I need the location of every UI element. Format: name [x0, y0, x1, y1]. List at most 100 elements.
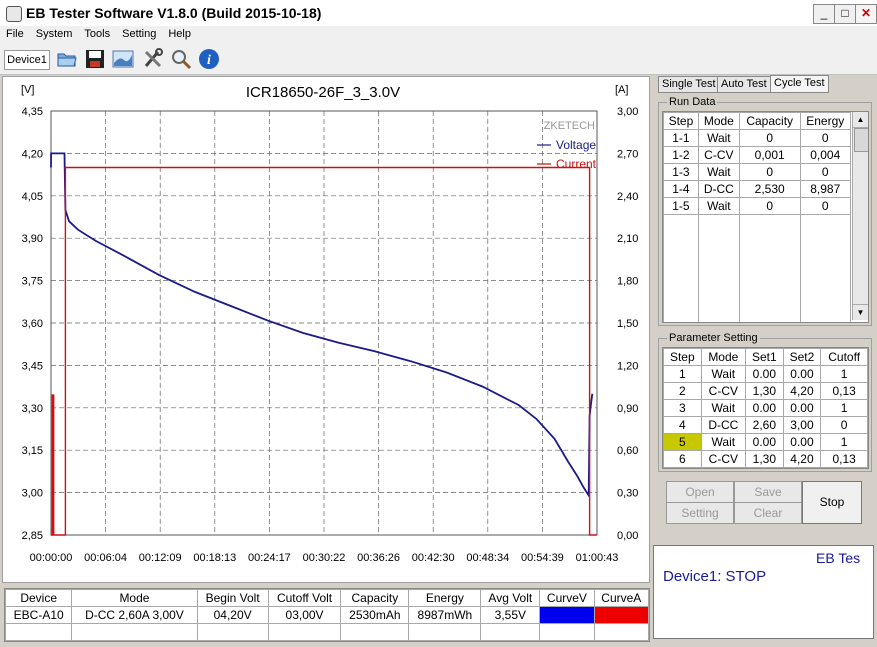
table-cell: 1: [820, 399, 868, 417]
maximize-button[interactable]: □: [834, 4, 856, 24]
run-data-row[interactable]: 1-2 C-CV 0,001 0,004: [663, 146, 851, 164]
table-cell: [697, 263, 740, 279]
scroll-down-icon[interactable]: ▼: [853, 304, 868, 320]
table-cell: D-CC: [700, 416, 747, 434]
column-header[interactable]: Step: [663, 348, 702, 366]
run-data-row[interactable]: 1-4 D-CC 2,530 8,987: [663, 180, 851, 198]
run-data-scrollbar[interactable]: ▲ ▼: [852, 112, 868, 320]
setting-button[interactable]: Setting: [666, 502, 734, 524]
menu-file[interactable]: File: [0, 26, 30, 40]
column-header[interactable]: Mode: [700, 348, 747, 366]
column-header[interactable]: Set2: [782, 348, 822, 366]
device-summary-table: Device Mode Begin Volt Cutoff Volt Capacity E…: [4, 589, 650, 641]
device-tab[interactable]: Device1: [4, 50, 50, 70]
table-cell: [340, 623, 410, 641]
table-cell: [539, 623, 595, 641]
table-cell: 2: [663, 382, 702, 400]
menu-setting[interactable]: Setting: [116, 26, 162, 40]
curve-a-swatch[interactable]: [593, 606, 650, 624]
menu-system[interactable]: System: [30, 26, 79, 40]
column-header[interactable]: Energy: [799, 112, 851, 130]
table-cell: [697, 214, 740, 231]
parameter-row[interactable]: 4 D-CC 2,60 3,00 0: [663, 416, 868, 434]
y-left-tick-label: 3,90: [22, 233, 43, 245]
device-summary-panel: Device Mode Begin Volt Cutoff Volt Capacity E…: [4, 588, 650, 642]
run-data-row[interactable]: 1-3 Wait 0 0: [663, 163, 851, 181]
stop-button[interactable]: Stop: [802, 481, 862, 524]
y-left-tick-label: 3,75: [22, 276, 43, 288]
minimize-button[interactable]: _: [813, 4, 835, 24]
parameter-row[interactable]: 5 Wait 0.00 0.00 1: [663, 433, 868, 451]
column-header: Cutoff Volt: [267, 589, 342, 607]
table-cell: [663, 247, 699, 263]
run-data-table: Step Mode Capacity Energy 1-1 Wait 0 0 1-2 C-CV 0,…: [663, 112, 851, 322]
column-header[interactable]: Mode: [697, 112, 740, 130]
info-icon[interactable]: i: [198, 48, 220, 70]
search-icon[interactable]: [170, 48, 192, 70]
run-data-row[interactable]: 1-5 Wait 0 0: [663, 197, 851, 215]
toolbar: Device1 i: [0, 44, 877, 75]
parameter-row[interactable]: 2 C-CV 1,30 4,20 0,13: [663, 382, 868, 400]
chart-title: ICR18650-26F_3_3.0V: [246, 84, 400, 101]
table-cell: 03,00V: [267, 606, 342, 624]
tab-single-test[interactable]: Single Test: [658, 76, 720, 93]
close-button[interactable]: ✕: [855, 4, 877, 24]
table-cell: [799, 295, 851, 311]
open-folder-icon[interactable]: [56, 48, 78, 70]
menu-tools[interactable]: Tools: [78, 26, 116, 40]
tools-icon[interactable]: [142, 48, 164, 70]
table-cell: 2,60: [745, 416, 784, 434]
tab-auto-test[interactable]: Auto Test: [717, 76, 771, 93]
column-header[interactable]: Capacity: [738, 112, 801, 130]
column-header[interactable]: Cutoff: [820, 348, 868, 366]
table-cell: 0.00: [782, 433, 822, 451]
legend-label: Current: [556, 157, 597, 171]
curve-v-swatch[interactable]: [539, 606, 595, 624]
y-right-tick-label: 0,90: [617, 403, 638, 415]
table-cell: 0.00: [745, 433, 784, 451]
parameter-row[interactable]: 1 Wait 0.00 0.00 1: [663, 365, 868, 383]
column-header[interactable]: Set1: [745, 348, 784, 366]
device-row[interactable]: EBC-A10 D-CC 2,60A 3,00V 04,20V 03,00V 2530m…: [4, 606, 650, 624]
table-cell: C-CV: [700, 382, 747, 400]
table-cell: 0.00: [745, 399, 784, 417]
parameter-row[interactable]: 6 C-CV 1,30 4,20 0,13: [663, 450, 868, 468]
table-cell: [408, 623, 482, 641]
run-data-row[interactable]: 1-1 Wait 0 0: [663, 129, 851, 147]
table-cell: [799, 247, 851, 263]
clear-button[interactable]: Clear: [734, 502, 802, 524]
tab-cycle-test[interactable]: Cycle Test: [770, 75, 829, 93]
table-cell: [4, 623, 73, 641]
menu-help[interactable]: Help: [162, 26, 197, 40]
table-cell: [738, 263, 801, 279]
x-tick-label: 00:06:04: [84, 552, 127, 564]
save-icon[interactable]: [84, 48, 106, 70]
table-cell: 0: [799, 163, 851, 181]
chart-icon[interactable]: [112, 48, 134, 70]
table-cell: D-CC 2,60A 3,00V: [71, 606, 198, 624]
column-header[interactable]: Step: [663, 112, 699, 130]
table-cell: 2,530: [738, 180, 801, 198]
save-button[interactable]: Save: [734, 481, 802, 503]
table-cell: [799, 279, 851, 295]
table-cell: 0.00: [745, 365, 784, 383]
table-cell: 04,20V: [196, 606, 269, 624]
table-cell: [738, 295, 801, 311]
table-cell: 1,30: [745, 450, 784, 468]
open-button[interactable]: Open: [666, 481, 734, 503]
table-cell: D-CC: [697, 180, 740, 198]
table-cell: 0.00: [782, 399, 822, 417]
table-cell: 5: [663, 433, 702, 451]
table-cell: 0: [820, 416, 868, 434]
empty-row: [663, 263, 851, 279]
table-cell: [799, 231, 851, 247]
column-header: Avg Volt: [480, 589, 541, 607]
table-cell: 0.00: [782, 365, 822, 383]
parameter-row[interactable]: 3 Wait 0.00 0.00 1: [663, 399, 868, 417]
scroll-thumb[interactable]: [854, 128, 868, 152]
table-cell: 1-3: [663, 163, 699, 181]
x-tick-label: 00:36:26: [357, 552, 400, 564]
table-cell: 0,13: [820, 382, 868, 400]
run-data-group: Run Data Step Mode Capacity Energy 1-1 Wait 0 0…: [658, 96, 872, 326]
scroll-up-icon[interactable]: ▲: [853, 112, 868, 128]
